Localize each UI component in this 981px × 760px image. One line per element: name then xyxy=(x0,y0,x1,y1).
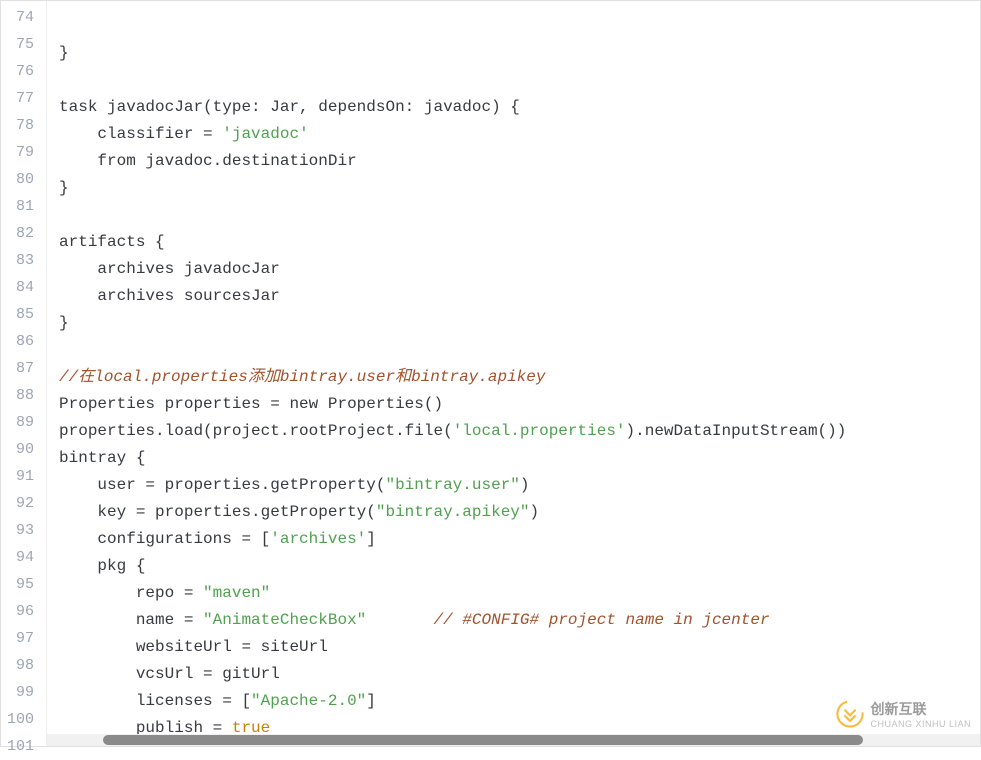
code-line[interactable]: archives javadocJar xyxy=(59,256,980,283)
line-number: 86 xyxy=(7,328,34,355)
line-number: 97 xyxy=(7,625,34,652)
code-token: 'archives' xyxy=(270,530,366,548)
code-token: } xyxy=(59,314,69,332)
code-line[interactable]: } xyxy=(59,40,980,67)
line-number: 80 xyxy=(7,166,34,193)
line-number: 81 xyxy=(7,193,34,220)
line-number: 83 xyxy=(7,247,34,274)
code-editor[interactable]: 7475767778798081828384858687888990919293… xyxy=(0,0,981,747)
watermark-logo: 创新互联 CHUANG XINHU LIAN xyxy=(836,699,971,729)
horizontal-scrollbar[interactable] xyxy=(47,734,980,746)
line-number: 95 xyxy=(7,571,34,598)
line-number: 85 xyxy=(7,301,34,328)
code-token: 'local.properties' xyxy=(453,422,626,440)
watermark-icon xyxy=(836,700,864,728)
line-number: 92 xyxy=(7,490,34,517)
code-token: 'javadoc' xyxy=(222,125,308,143)
code-line[interactable]: } xyxy=(59,310,980,337)
code-token: repo = xyxy=(59,584,203,602)
code-token: classifier = xyxy=(59,125,222,143)
line-number: 75 xyxy=(7,31,34,58)
line-number: 89 xyxy=(7,409,34,436)
code-token: "AnimateCheckBox" xyxy=(203,611,366,629)
code-line[interactable]: } xyxy=(59,175,980,202)
line-number: 77 xyxy=(7,85,34,112)
line-number: 98 xyxy=(7,652,34,679)
code-token: ) xyxy=(530,503,540,521)
code-token: ) xyxy=(520,476,530,494)
code-area[interactable]: } task javadocJar(type: Jar, dependsOn: j… xyxy=(47,1,980,746)
code-token: name = xyxy=(59,611,203,629)
code-line[interactable]: classifier = 'javadoc' xyxy=(59,121,980,148)
code-line[interactable]: from javadoc.destinationDir xyxy=(59,148,980,175)
code-token: from javadoc.destinationDir xyxy=(59,152,357,170)
code-token: key = properties.getProperty( xyxy=(59,503,376,521)
code-token: //在local.properties添加bintray.user和bintra… xyxy=(59,368,545,386)
code-line[interactable]: key = properties.getProperty("bintray.ap… xyxy=(59,499,980,526)
code-token: } xyxy=(59,179,69,197)
code-token: pkg { xyxy=(59,557,145,575)
code-token: ] xyxy=(366,692,376,710)
code-line[interactable]: //在local.properties添加bintray.user和bintra… xyxy=(59,364,980,391)
code-token: Properties properties = new Properties() xyxy=(59,395,443,413)
line-number: 76 xyxy=(7,58,34,85)
code-line[interactable]: pkg { xyxy=(59,553,980,580)
watermark-text-top: 创新互联 xyxy=(870,699,971,719)
code-token: vcsUrl = gitUrl xyxy=(59,665,280,683)
code-line[interactable]: bintray { xyxy=(59,445,980,472)
code-line[interactable]: name = "AnimateCheckBox" // #CONFIG# pro… xyxy=(59,607,980,634)
line-number: 100 xyxy=(7,706,34,733)
code-token: properties.load(project.rootProject.file… xyxy=(59,422,453,440)
code-line[interactable]: websiteUrl = siteUrl xyxy=(59,634,980,661)
line-number: 91 xyxy=(7,463,34,490)
code-line[interactable] xyxy=(59,67,980,94)
code-token: archives sourcesJar xyxy=(59,287,280,305)
code-line[interactable]: archives sourcesJar xyxy=(59,283,980,310)
code-line[interactable]: Properties properties = new Properties() xyxy=(59,391,980,418)
code-token: bintray { xyxy=(59,449,145,467)
line-number: 88 xyxy=(7,382,34,409)
line-number: 84 xyxy=(7,274,34,301)
code-line[interactable]: configurations = ['archives'] xyxy=(59,526,980,553)
line-number: 99 xyxy=(7,679,34,706)
line-number: 90 xyxy=(7,436,34,463)
code-token: // #CONFIG# project name in jcenter xyxy=(434,611,770,629)
code-line[interactable]: vcsUrl = gitUrl xyxy=(59,661,980,688)
line-number: 87 xyxy=(7,355,34,382)
code-line[interactable]: task javadocJar(type: Jar, dependsOn: ja… xyxy=(59,94,980,121)
line-number: 82 xyxy=(7,220,34,247)
line-number: 96 xyxy=(7,598,34,625)
code-token: licenses = [ xyxy=(59,692,251,710)
code-line[interactable]: user = properties.getProperty("bintray.u… xyxy=(59,472,980,499)
code-token: } xyxy=(59,44,69,62)
code-token xyxy=(366,611,433,629)
code-line[interactable] xyxy=(59,337,980,364)
scrollbar-thumb[interactable] xyxy=(103,735,863,745)
code-token: configurations = [ xyxy=(59,530,270,548)
code-line[interactable] xyxy=(59,202,980,229)
code-token: "bintray.user" xyxy=(385,476,519,494)
code-token: task javadocJar(type: Jar, dependsOn: ja… xyxy=(59,98,520,116)
code-token: websiteUrl = siteUrl xyxy=(59,638,328,656)
line-number: 94 xyxy=(7,544,34,571)
line-number: 74 xyxy=(7,4,34,31)
code-line[interactable]: repo = "maven" xyxy=(59,580,980,607)
line-number: 79 xyxy=(7,139,34,166)
code-token: "bintray.apikey" xyxy=(376,503,530,521)
watermark-text-bottom: CHUANG XINHU LIAN xyxy=(870,719,971,729)
code-token: "maven" xyxy=(203,584,270,602)
line-number: 78 xyxy=(7,112,34,139)
code-line[interactable]: properties.load(project.rootProject.file… xyxy=(59,418,980,445)
code-line[interactable]: artifacts { xyxy=(59,229,980,256)
code-token: "Apache-2.0" xyxy=(251,692,366,710)
line-number: 93 xyxy=(7,517,34,544)
code-token: ).newDataInputStream()) xyxy=(626,422,847,440)
code-token: archives javadocJar xyxy=(59,260,280,278)
code-token: ] xyxy=(366,530,376,548)
line-number-gutter: 7475767778798081828384858687888990919293… xyxy=(1,1,47,746)
code-token: user = properties.getProperty( xyxy=(59,476,385,494)
code-token: artifacts { xyxy=(59,233,165,251)
